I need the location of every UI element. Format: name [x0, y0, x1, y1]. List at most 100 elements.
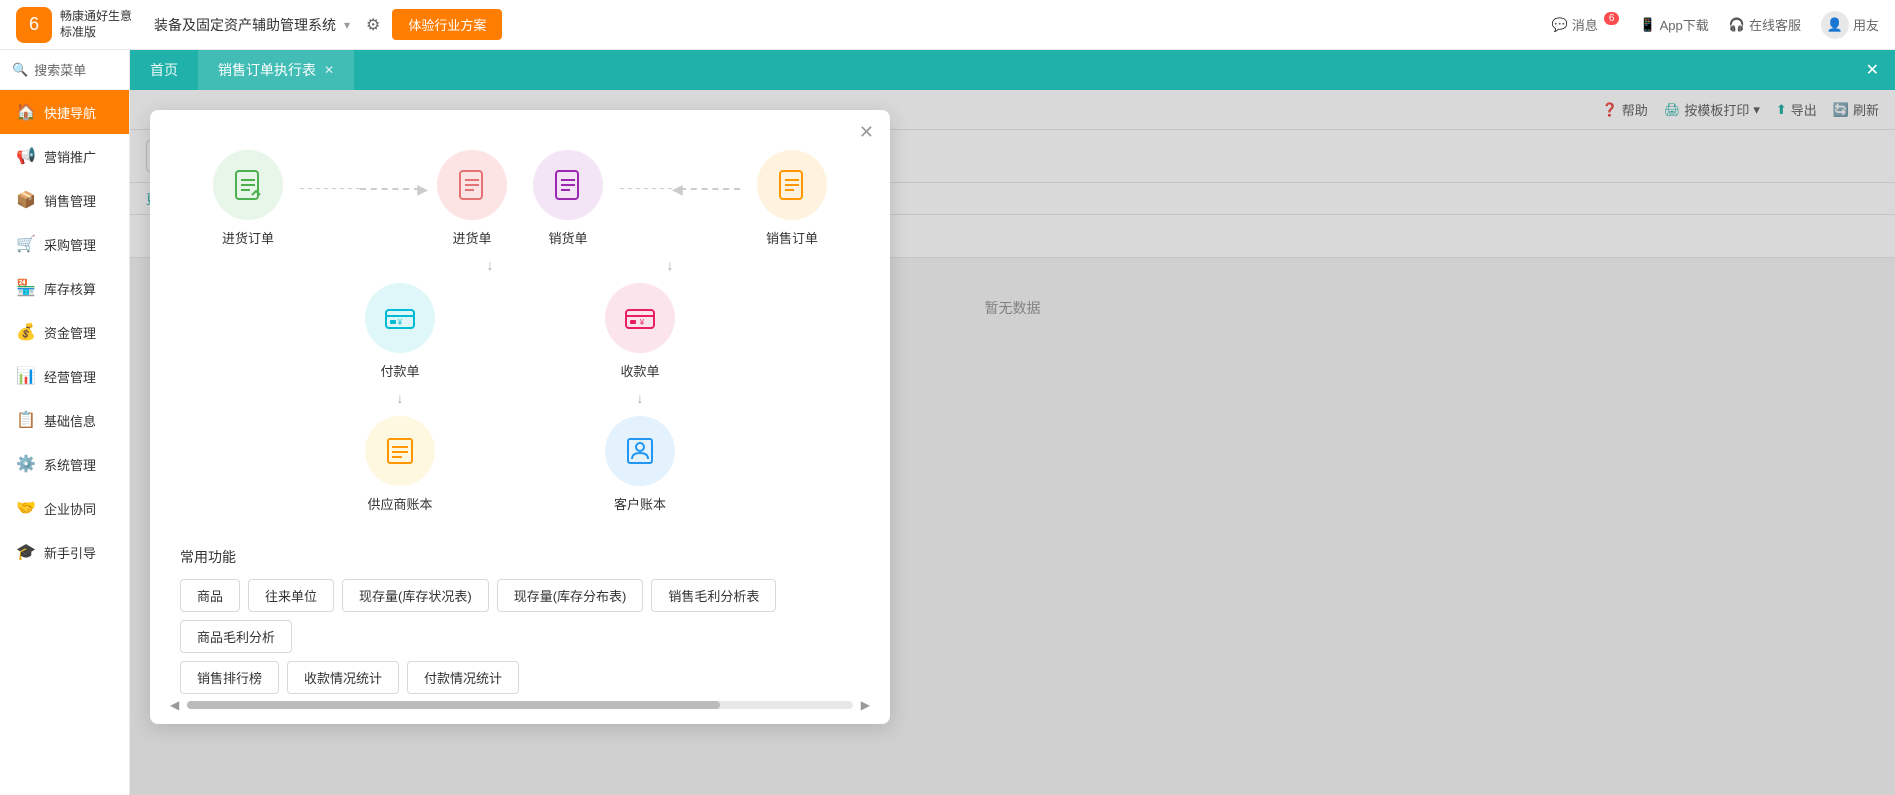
func-btn-stock-status[interactable]: 现存量(库存状况表)	[342, 579, 489, 612]
scroll-right-arrow[interactable]: ▶	[861, 698, 870, 712]
gongyingshang-svg	[382, 433, 418, 469]
scroll-left-arrow[interactable]: ◀	[170, 698, 179, 712]
sidebar-item-marketing[interactable]: 📢 营销推广	[0, 134, 129, 178]
tab-home[interactable]: 首页	[130, 50, 198, 90]
xiaohuo-order-icon	[757, 150, 827, 220]
system-name: 装备及固定资产辅助管理系统	[154, 15, 336, 35]
home-icon: 🏠	[16, 102, 36, 122]
search-menu-label: 搜索菜单	[34, 60, 86, 79]
func-buttons: 商品 往来单位 现存量(库存状况表) 现存量(库存分布表) 销售毛利分析表 商品…	[180, 579, 860, 653]
search-menu[interactable]: 🔍 搜索菜单	[0, 50, 129, 90]
jinhuo-dan-label: 进货单	[452, 228, 491, 247]
inventory-icon: 🏪	[16, 278, 36, 298]
scroll-thumb	[187, 701, 719, 709]
sidebar-item-label: 销售管理	[44, 191, 96, 210]
func-btn-goods[interactable]: 商品	[180, 579, 240, 612]
modal-overlay[interactable]: ✕	[130, 90, 1895, 795]
xiaohuo-dan-svg	[550, 167, 586, 203]
flow-arrow-h-2: ◀	[616, 188, 744, 190]
sidebar-item-label: 企业协同	[44, 499, 96, 518]
common-func-title: 常用功能	[180, 547, 860, 567]
flow-spacer-right	[720, 257, 840, 273]
sidebar-item-label: 基础信息	[44, 411, 96, 430]
flow-node-shoukuan: ¥ 收款单	[580, 283, 700, 380]
logo-char: 6	[29, 14, 39, 35]
top-right: 💬 消息 6 📱 App下载 🎧 在线客服 👤 用友	[1552, 11, 1879, 39]
message-icon: 💬	[1552, 17, 1568, 33]
modal-close-button[interactable]: ✕	[859, 122, 874, 143]
gongyingshang-label: 供应商账本	[367, 494, 432, 513]
arrow-down-jinhuo: ↓	[460, 257, 520, 273]
func-btn-goods-profit[interactable]: 商品毛利分析	[180, 620, 292, 653]
func-btn-receipt-stat[interactable]: 收款情况统计	[287, 661, 399, 694]
flow-diagram: 进货订单 ▶	[180, 140, 860, 523]
avatar: 👤	[1821, 11, 1849, 39]
flow-mid-spacer2	[520, 257, 640, 273]
sidebar: 🔍 搜索菜单 🏠 快捷导航 📢 营销推广 📦 销售管理 🛒	[0, 50, 130, 795]
func-btn-stock-dist[interactable]: 现存量(库存分布表)	[497, 579, 644, 612]
xiaohuo-order-svg	[774, 167, 810, 203]
sidebar-item-purchase[interactable]: 🛒 采购管理	[0, 222, 129, 266]
flow-row-1: 进货订单 ▶	[180, 140, 860, 257]
sidebar-nav: 🏠 快捷导航 📢 营销推广 📦 销售管理 🛒 采购管理 🏪 库存核	[0, 90, 129, 795]
flow-node-jinhuo-order: 进货订单	[200, 150, 296, 247]
app-download-button[interactable]: 📱 App下载	[1639, 15, 1708, 34]
func-btn-sales-rank[interactable]: 销售排行榜	[180, 661, 279, 694]
tab-close-icon[interactable]: ✕	[324, 63, 334, 77]
collab-icon: 🤝	[16, 498, 36, 518]
flow-node-kehu: 客户账本	[580, 416, 700, 513]
jinhuo-dan-icon	[437, 150, 507, 220]
message-button[interactable]: 💬 消息 6	[1552, 15, 1620, 34]
tab-sales-order[interactable]: 销售订单执行表 ✕	[198, 50, 354, 90]
flow-spacer-left	[200, 257, 320, 273]
basic-info-icon: 📋	[16, 410, 36, 430]
user-menu[interactable]: 👤 用友	[1821, 11, 1879, 39]
jinhuo-order-svg	[230, 167, 266, 203]
kehu-label: 客户账本	[614, 494, 666, 513]
logo-text: 畅康通好生意 标准版	[60, 9, 132, 40]
flow-node-jinhuo-dan: 进货单	[424, 150, 520, 247]
content-body: ❓ 帮助 🖨 按模板打印 ▾ ⬆ 导出 🔄 刷新	[130, 90, 1895, 795]
sidebar-item-home[interactable]: 🏠 快捷导航	[0, 90, 129, 134]
shoukuan-icon: ¥	[605, 283, 675, 353]
sidebar-item-operations[interactable]: 📊 经营管理	[0, 354, 129, 398]
func-btn-sales-profit[interactable]: 销售毛利分析表	[651, 579, 776, 612]
modal-scroll-hint: ◀ ▶	[150, 698, 890, 712]
flow-node-gongyingshang: 供应商账本	[340, 416, 460, 513]
shoukuan-svg: ¥	[622, 300, 658, 336]
mid-sp	[460, 390, 580, 406]
sidebar-item-basic-info[interactable]: 📋 基础信息	[0, 398, 129, 442]
flow-node-xiaohuo-order: 销售订单	[744, 150, 840, 247]
kehu-icon	[605, 416, 675, 486]
sidebar-item-label: 系统管理	[44, 455, 96, 474]
scroll-track[interactable]	[187, 701, 853, 709]
avatar-icon: 👤	[1827, 17, 1843, 33]
jinhuo-order-label: 进货订单	[222, 228, 274, 247]
sidebar-item-inventory[interactable]: 🏪 库存核算	[0, 266, 129, 310]
sidebar-item-sales[interactable]: 📦 销售管理	[0, 178, 129, 222]
settings-icon[interactable]: ⚙	[366, 15, 380, 35]
arrow-down-shoukuan: ↓	[580, 390, 700, 406]
logo-line2: 标准版	[60, 25, 132, 41]
online-service-button[interactable]: 🎧 在线客服	[1729, 15, 1801, 34]
func-btn-payment-stat[interactable]: 付款情况统计	[407, 661, 519, 694]
purchase-icon: 🛒	[16, 234, 36, 254]
jinhuo-order-icon	[213, 150, 283, 220]
message-label: 消息	[1572, 15, 1598, 34]
tab-label: 销售订单执行表	[218, 60, 316, 80]
message-badge: 6	[1604, 12, 1620, 25]
sidebar-item-finance[interactable]: 💰 资金管理	[0, 310, 129, 354]
trial-button[interactable]: 体验行业方案	[392, 9, 502, 40]
flow-arrow-h-1: ▶	[296, 188, 424, 190]
arrow-down-xiaohuo: ↓	[640, 257, 700, 273]
sidebar-item-collaboration[interactable]: 🤝 企业协同	[0, 486, 129, 530]
sidebar-item-label: 营销推广	[44, 147, 96, 166]
func-btn-partner[interactable]: 往来单位	[248, 579, 334, 612]
window-close-button[interactable]: ✕	[1850, 50, 1895, 90]
main-area: 🔍 搜索菜单 🏠 快捷导航 📢 营销推广 📦 销售管理 🛒	[0, 50, 1895, 795]
sidebar-item-system[interactable]: ⚙️ 系统管理	[0, 442, 129, 486]
sidebar-item-guide[interactable]: 🎓 新手引导	[0, 530, 129, 574]
flow-node-xiaohuo-dan: 销货单	[520, 150, 616, 247]
system-dropdown-icon[interactable]: ▾	[344, 18, 350, 32]
system-icon: ⚙️	[16, 454, 36, 474]
